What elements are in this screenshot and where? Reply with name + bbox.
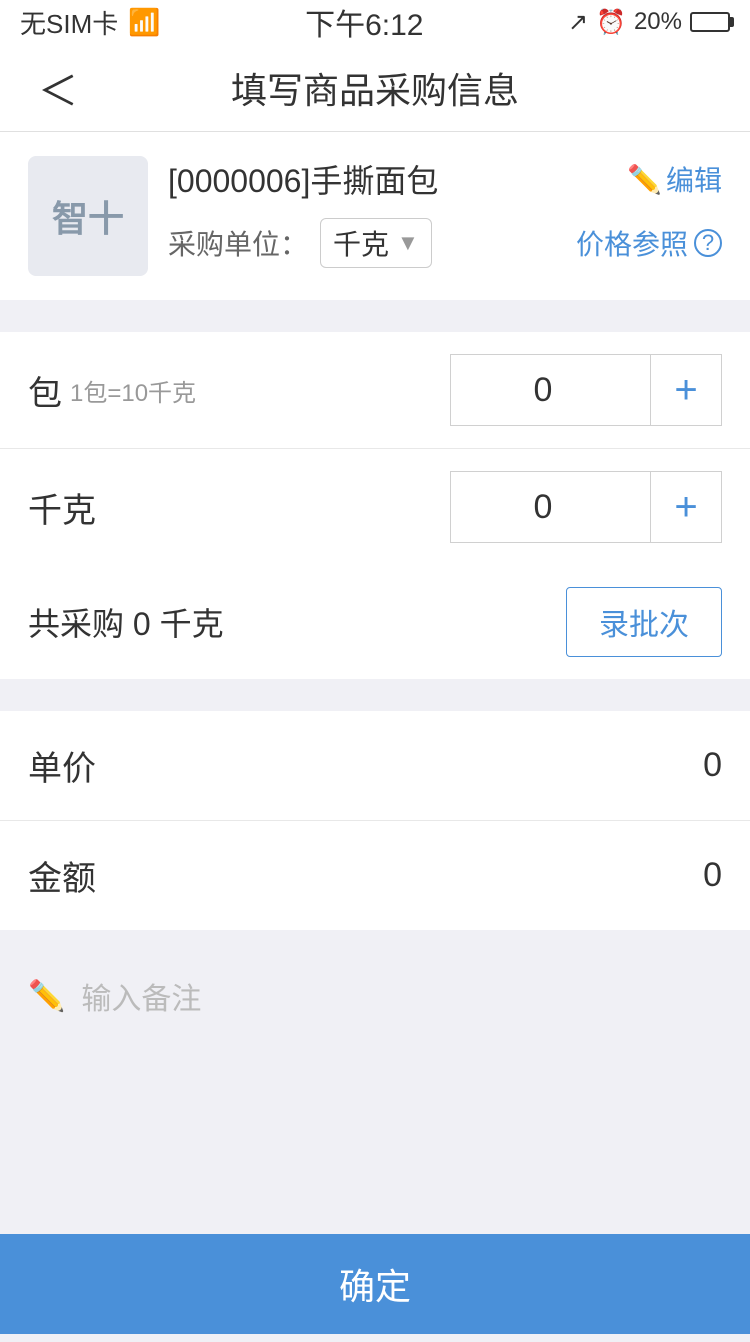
summary-row: 共采购 0 千克 录批次 (0, 565, 750, 679)
status-right: ↗ ⏰ 20% (568, 8, 730, 37)
product-logo: 智十 (52, 190, 124, 242)
pack-input-wrap: + (450, 354, 722, 426)
pack-quantity-input[interactable] (450, 354, 650, 426)
alarm-icon: ⏰ (596, 8, 626, 37)
price-ref-link[interactable]: 价格参照 ? (576, 223, 722, 263)
kg-quantity-input[interactable] (450, 471, 650, 543)
product-card: 智十 [0000006]手撕面包 ✏️ 编辑 采购单位： 千克 ▼ 价格参照 ? (0, 132, 750, 300)
section-divider-1 (0, 316, 750, 332)
pencil-icon: ✏️ (28, 979, 65, 1014)
kg-input-wrap: + (450, 471, 722, 543)
kg-plus-button[interactable]: + (650, 471, 722, 543)
status-time: 下午6:12 (305, 0, 423, 44)
unit-price-row: 单价 0 (0, 711, 750, 821)
product-info: [0000006]手撕面包 ✏️ 编辑 采购单位： 千克 ▼ 价格参照 ? (168, 156, 722, 268)
unit-value: 千克 (333, 223, 389, 263)
edit-link[interactable]: ✏️ 编辑 (627, 159, 722, 199)
product-name-row: [0000006]手撕面包 ✏️ 编辑 (168, 156, 722, 202)
nav-bar: ＜ 填写商品采购信息 (0, 44, 750, 132)
product-name: [0000006]手撕面包 (168, 156, 438, 202)
unit-label: 采购单位： (168, 223, 308, 263)
price-section: 单价 0 金额 0 (0, 711, 750, 930)
unit-row: 采购单位： 千克 ▼ 价格参照 ? (168, 218, 722, 268)
price-ref-label: 价格参照 (576, 223, 688, 263)
product-image: 智十 (28, 156, 148, 276)
summary-text: 共采购 0 千克 (28, 599, 224, 645)
summary-section: 共采购 0 千克 录批次 (0, 565, 750, 679)
edit-label: 编辑 (666, 159, 722, 199)
kg-input-row: 千克 + (0, 449, 750, 565)
amount-value: 0 (703, 856, 722, 895)
edit-icon: ✏️ (627, 163, 662, 196)
unit-price-label: 单价 (28, 741, 96, 790)
pack-input-row: 包 1包=10千克 + (0, 332, 750, 449)
chevron-down-icon: ▼ (397, 230, 419, 256)
record-batch-button[interactable]: 录批次 (566, 587, 722, 657)
page-title: 填写商品采购信息 (231, 62, 519, 114)
notes-section[interactable]: ✏️ 输入备注 (0, 946, 750, 1046)
pack-sub-label: 1包=10千克 (70, 373, 196, 408)
amount-label: 金额 (28, 851, 96, 900)
pack-label: 包 (28, 366, 62, 415)
battery-percent: 20% (634, 8, 682, 36)
notes-placeholder: 输入备注 (81, 974, 201, 1018)
unit-price-value: 0 (703, 746, 722, 785)
location-icon: ↗ (568, 8, 588, 37)
status-left: 无SIM卡 📶 (20, 4, 161, 41)
status-bar: 无SIM卡 📶 下午6:12 ↗ ⏰ 20% (0, 0, 750, 44)
back-button[interactable]: ＜ (28, 49, 88, 127)
unit-select[interactable]: 千克 ▼ (320, 218, 432, 268)
input-section: 包 1包=10千克 + 千克 + (0, 332, 750, 565)
amount-row: 金额 0 (0, 821, 750, 930)
section-divider-2 (0, 695, 750, 711)
carrier-label: 无SIM卡 (20, 4, 118, 41)
wifi-icon: 📶 (128, 7, 160, 38)
confirm-button[interactable]: 确定 (0, 1234, 750, 1334)
battery-icon (690, 12, 730, 32)
kg-label: 千克 (28, 483, 96, 532)
unit-left: 采购单位： 千克 ▼ (168, 218, 432, 268)
pack-plus-button[interactable]: + (650, 354, 722, 426)
help-icon: ? (694, 229, 722, 257)
